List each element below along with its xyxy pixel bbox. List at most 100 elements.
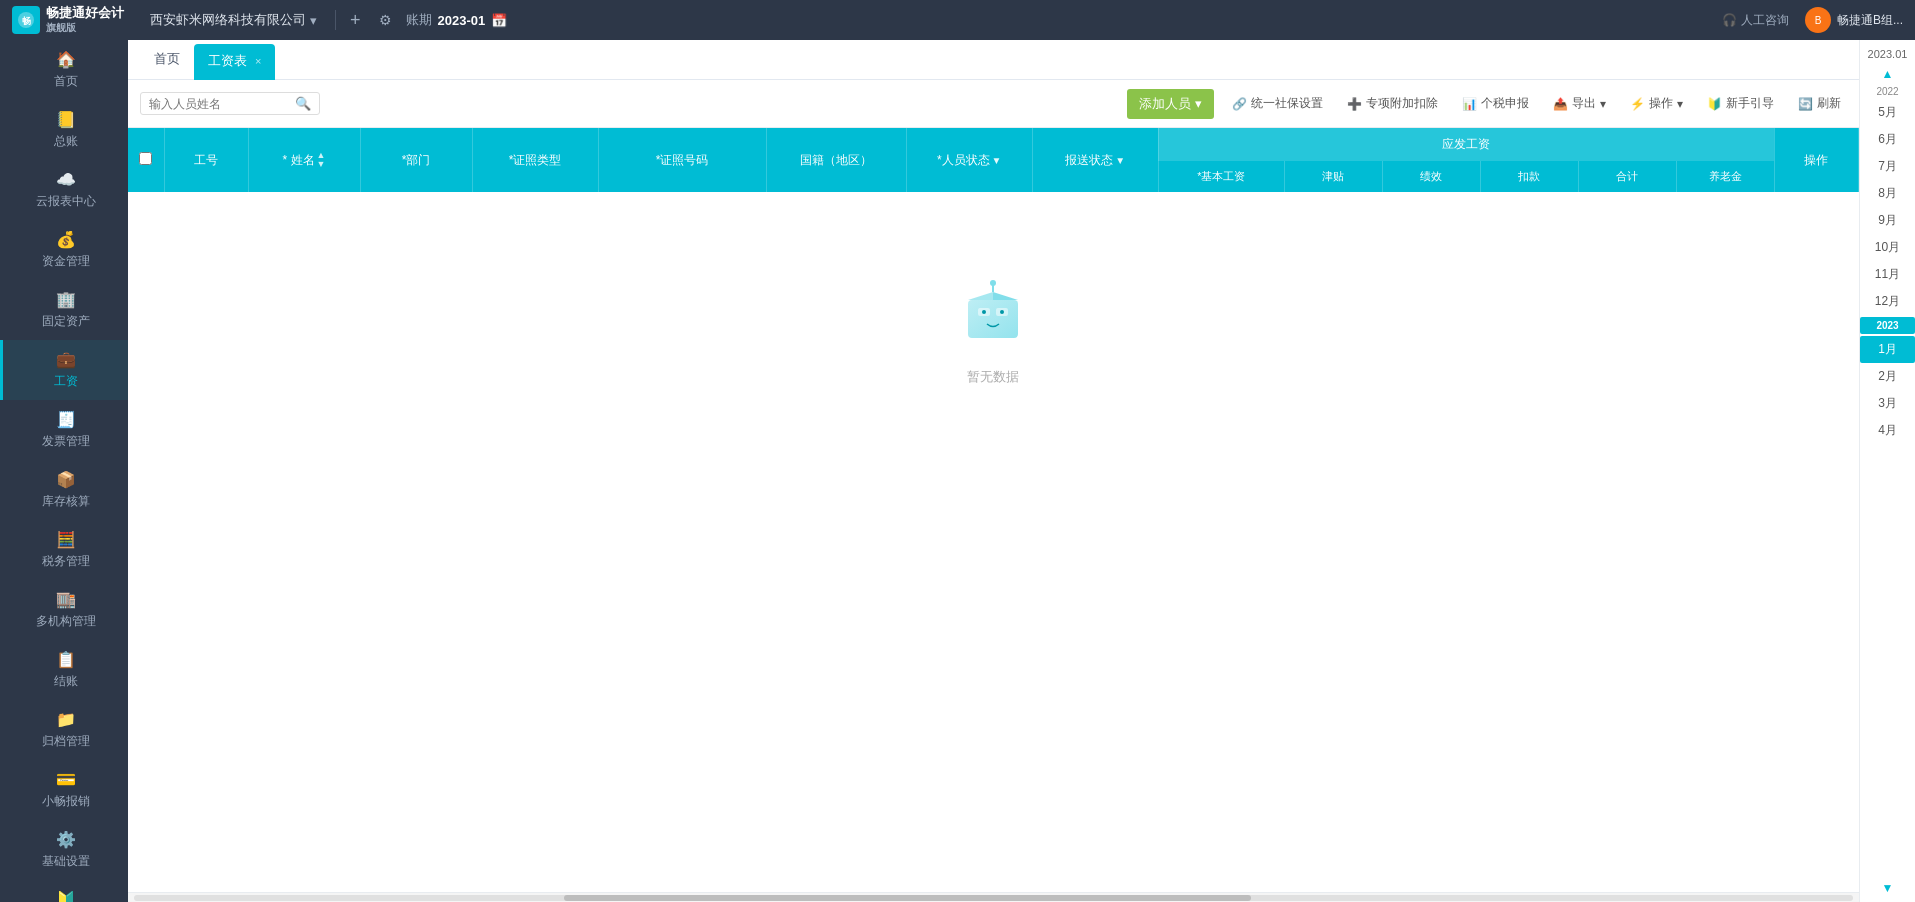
- empty-text: 暂无数据: [967, 368, 1019, 386]
- payroll-icon: 💼: [56, 350, 76, 369]
- month-2023-1[interactable]: 1月: [1860, 336, 1915, 363]
- sidebar-label-fixed-assets: 固定资产: [42, 313, 90, 330]
- scroll-up-button[interactable]: ▲: [1879, 64, 1897, 84]
- select-all-checkbox[interactable]: [139, 152, 152, 165]
- scrollbar-thumb[interactable]: [564, 895, 1252, 901]
- fixed-assets-icon: 🏢: [56, 290, 76, 309]
- sidebar-label-tax: 税务管理: [42, 553, 90, 570]
- sidebar-item-fund[interactable]: 💰 资金管理: [0, 220, 128, 280]
- company-selector[interactable]: 西安虾米网络科技有限公司 ▾: [142, 9, 325, 31]
- search-input[interactable]: [149, 97, 291, 111]
- month-2023-2[interactable]: 2月: [1860, 363, 1915, 390]
- sidebar-item-settle[interactable]: 📋 结账: [0, 640, 128, 700]
- th-pension: 养老金: [1676, 161, 1774, 192]
- guide-action[interactable]: 🔰 新手引导: [1701, 91, 1780, 116]
- sidebar-item-cloud-report[interactable]: ☁️ 云报表中心: [0, 160, 128, 220]
- th-name-label: * 姓名: [283, 152, 315, 169]
- tab-close-icon[interactable]: ×: [255, 55, 261, 67]
- tab-bar: 首页 工资表 ×: [128, 40, 1859, 80]
- export-label: 导出: [1572, 95, 1596, 112]
- content-area: 首页 工资表 × 🔍 添加人员 ▾: [128, 40, 1859, 902]
- month-2023-4[interactable]: 4月: [1860, 417, 1915, 444]
- month-2022-12[interactable]: 12月: [1860, 288, 1915, 315]
- period-label: 账期: [406, 11, 432, 29]
- sidebar-item-ledger[interactable]: 📒 总账: [0, 100, 128, 160]
- sidebar-item-expense[interactable]: 💳 小畅报销: [0, 760, 128, 820]
- table-scrollbar[interactable]: [128, 892, 1859, 902]
- sidebar-item-basic-settings[interactable]: ⚙️ 基础设置: [0, 820, 128, 880]
- svg-rect-2: [968, 300, 1018, 338]
- export-action[interactable]: 📤 导出 ▾: [1547, 91, 1612, 116]
- sidebar-label-settle: 结账: [54, 673, 78, 690]
- th-cert-no: *证照号码: [598, 128, 766, 192]
- tab-home[interactable]: 首页: [140, 40, 194, 80]
- th-status: *人员状态 ▼: [906, 128, 1032, 192]
- user-info[interactable]: B 畅捷通B组...: [1805, 7, 1903, 33]
- refresh-icon: 🔄: [1798, 97, 1813, 111]
- refresh-action[interactable]: 🔄 刷新: [1792, 91, 1847, 116]
- month-2022-8[interactable]: 8月: [1860, 180, 1915, 207]
- sidebar-item-home[interactable]: 🏠 首页: [0, 40, 128, 100]
- operations-icon: ⚡: [1630, 97, 1645, 111]
- app-version: 旗舰版: [46, 21, 124, 35]
- sidebar-item-guide[interactable]: 🔰 新手引导: [0, 880, 128, 902]
- th-checkbox[interactable]: [128, 128, 164, 192]
- calendar-icon[interactable]: 📅: [491, 13, 507, 28]
- month-2022-11[interactable]: 11月: [1860, 261, 1915, 288]
- add-button[interactable]: +: [346, 8, 365, 33]
- social-security-action[interactable]: 🔗 统一社保设置: [1226, 91, 1329, 116]
- sidebar-item-fixed-assets[interactable]: 🏢 固定资产: [0, 280, 128, 340]
- fund-icon: 💰: [56, 230, 76, 249]
- month-2022-5[interactable]: 5月: [1860, 99, 1915, 126]
- export-icon: 📤: [1553, 97, 1568, 111]
- operations-action[interactable]: ⚡ 操作 ▾: [1624, 91, 1689, 116]
- search-icon: 🔍: [295, 96, 311, 111]
- sidebar-item-multi-org[interactable]: 🏬 多机构管理: [0, 580, 128, 640]
- search-wrap: 🔍: [140, 92, 320, 115]
- th-allowance: 津贴: [1284, 161, 1382, 192]
- guide-action-icon: 🔰: [1707, 97, 1722, 111]
- table-container: 工号 * 姓名 ▲▼ *部门 *证照类型 *证照号码 国籍（地区）: [128, 128, 1859, 892]
- sidebar-item-payroll[interactable]: 💼 工资: [0, 340, 128, 400]
- year-2023-badge: 2023: [1860, 317, 1915, 334]
- toolbar: 🔍 添加人员 ▾ 🔗 统一社保设置 ➕ 专项附加扣除: [128, 80, 1859, 128]
- month-2022-6[interactable]: 6月: [1860, 126, 1915, 153]
- sidebar-item-inventory[interactable]: 📦 库存核算: [0, 460, 128, 520]
- th-report-status-label: 报送状态: [1065, 152, 1113, 169]
- personal-tax-action[interactable]: 📊 个税申报: [1456, 91, 1535, 116]
- sidebar-item-tax[interactable]: 🧮 税务管理: [0, 520, 128, 580]
- svg-point-5: [982, 310, 986, 314]
- add-person-button[interactable]: 添加人员 ▾: [1127, 89, 1214, 119]
- sidebar-item-invoice[interactable]: 🧾 发票管理: [0, 400, 128, 460]
- svg-text:畅: 畅: [22, 16, 31, 26]
- month-2022-7[interactable]: 7月: [1860, 153, 1915, 180]
- month-2022-10[interactable]: 10月: [1860, 234, 1915, 261]
- invoice-icon: 🧾: [56, 410, 76, 429]
- sidebar-label-archive: 归档管理: [42, 733, 90, 750]
- support-button[interactable]: 🎧 人工咨询: [1722, 12, 1789, 29]
- app-name: 畅捷通好会计: [46, 5, 124, 21]
- chevron-down-icon: ▾: [310, 13, 317, 28]
- home-icon: 🏠: [56, 50, 76, 69]
- sidebar-label-cloud-report: 云报表中心: [36, 193, 96, 210]
- guide-action-label: 新手引导: [1726, 95, 1774, 112]
- sidebar-label-payroll: 工资: [54, 373, 78, 390]
- tab-home-label: 首页: [154, 50, 180, 68]
- tab-payroll-table[interactable]: 工资表 ×: [194, 44, 275, 80]
- empty-state-row: 暂无数据: [128, 192, 1859, 466]
- special-deduction-action[interactable]: ➕ 专项附加扣除: [1341, 91, 1444, 116]
- user-avatar: B: [1805, 7, 1831, 33]
- scroll-down-button[interactable]: ▼: [1879, 878, 1897, 898]
- main-layout: 🏠 首页 📒 总账 ☁️ 云报表中心 💰 资金管理 🏢 固定资产 💼 工资: [0, 40, 1915, 902]
- sidebar-item-archive[interactable]: 📁 归档管理: [0, 700, 128, 760]
- month-2023-3[interactable]: 3月: [1860, 390, 1915, 417]
- th-report-status: 报送状态 ▼: [1032, 128, 1158, 192]
- sidebar-label-multi-org: 多机构管理: [36, 613, 96, 630]
- report-status-filter-icon[interactable]: ▼: [1115, 155, 1125, 166]
- right-panel-period-label: 2023.01: [1866, 44, 1910, 64]
- tab-payroll-label: 工资表: [208, 52, 247, 70]
- name-sort-icon[interactable]: ▲▼: [317, 151, 326, 169]
- month-2022-9[interactable]: 9月: [1860, 207, 1915, 234]
- status-filter-icon[interactable]: ▼: [992, 155, 1002, 166]
- settings-icon[interactable]: ⚙: [375, 10, 396, 30]
